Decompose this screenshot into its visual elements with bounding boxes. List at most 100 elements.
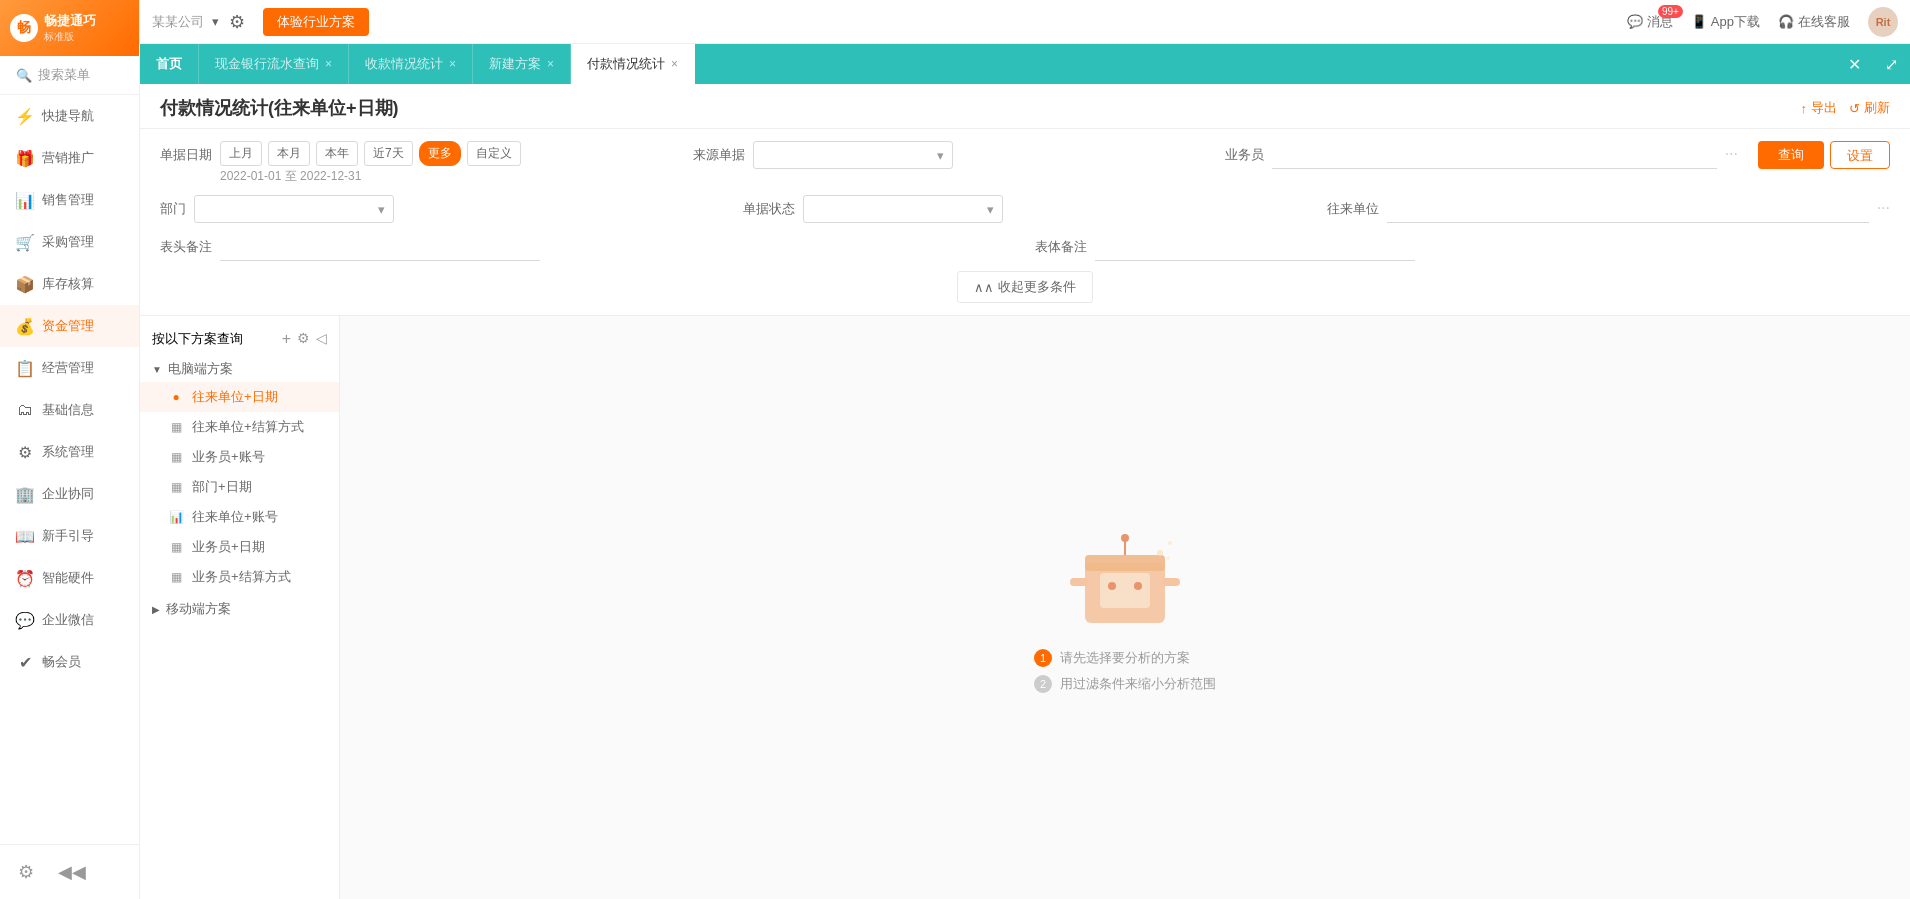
tab-receipts-close[interactable]: × (449, 57, 456, 71)
date-btn-more[interactable]: 更多 (419, 141, 461, 166)
scheme-collapse-icon[interactable]: ◁ (316, 330, 327, 348)
query-btn[interactable]: 查询 (1758, 141, 1824, 169)
page-title: 付款情况统计(往来单位+日期) (160, 96, 399, 120)
filter-counterparty-col: 往来单位 ··· (1327, 195, 1890, 223)
tip-num-2: 2 (1034, 675, 1052, 693)
filter-header-remark-col: 表头备注 (160, 233, 1015, 261)
sidebar-item-vip[interactable]: ✔ 畅会员 (0, 641, 139, 683)
scheme-item-label-staff-account: 业务员+账号 (192, 448, 265, 466)
sidebar-logo: 畅 (10, 14, 38, 42)
tab-close-btn[interactable]: ✕ (1836, 44, 1873, 84)
scheme-group-desktop: ▼ 电脑端方案 ● 往来单位+日期 ▦ 往来单位+结算方式 ▦ 业务员+账号 (140, 356, 339, 592)
source-label: 来源单据 (693, 141, 745, 169)
collapse-more-btn[interactable]: ∧∧ 收起更多条件 (957, 271, 1093, 303)
sidebar-collapse-btn[interactable]: ◀◀ (50, 855, 94, 889)
tab-bankflow-close[interactable]: × (325, 57, 332, 71)
topbar-avatar[interactable]: Rit (1868, 7, 1898, 37)
svg-point-9 (1157, 550, 1163, 556)
desktop-group-label: 电脑端方案 (168, 360, 233, 378)
tab-receipts[interactable]: 收款情况统计 × (349, 44, 473, 84)
tab-newplan-close[interactable]: × (547, 57, 554, 71)
sidebar-item-quicknav[interactable]: ⚡ 快捷导航 (0, 95, 139, 137)
filter-dept-col: 部门 ▾ (160, 195, 723, 223)
base-icon: 🗂 (16, 401, 34, 419)
tab-payments[interactable]: 付款情况统计 × (571, 44, 695, 84)
sidebar-item-base[interactable]: 🗂 基础信息 (0, 389, 139, 431)
sidebar-bottom: ⚙ ◀◀ (0, 844, 139, 899)
scheme-group-desktop-header[interactable]: ▼ 电脑端方案 (140, 356, 339, 382)
tip-text-1: 请先选择要分析的方案 (1060, 649, 1190, 667)
purchase-icon: 🛒 (16, 233, 34, 251)
tab-bankflow[interactable]: 现金银行流水查询 × (199, 44, 349, 84)
sidebar-item-weixin[interactable]: 💬 企业微信 (0, 599, 139, 641)
scheme-item-staff-date[interactable]: ▦ 业务员+日期 (140, 532, 339, 562)
scheme-item-counterparty-date[interactable]: ● 往来单位+日期 (140, 382, 339, 412)
service-label: 在线客服 (1798, 13, 1850, 31)
tab-payments-close[interactable]: × (671, 57, 678, 71)
date-btn-last-month[interactable]: 上月 (220, 141, 262, 166)
sidebar-item-finance[interactable]: 💰 资金管理 (0, 305, 139, 347)
sidebar: 畅 畅捷通巧 标准版 🔍 搜索菜单 ⚡ 快捷导航 🎁 营销推广 📊 销售管理 🛒… (0, 0, 140, 899)
date-btn-this-month[interactable]: 本月 (268, 141, 310, 166)
sidebar-settings-btn[interactable]: ⚙ (10, 855, 42, 889)
sidebar-item-sales[interactable]: 📊 销售管理 (0, 179, 139, 221)
tab-home[interactable]: 首页 (140, 44, 199, 84)
status-select[interactable]: ▾ (803, 195, 1003, 223)
scheme-item-counterparty-account[interactable]: 📊 往来单位+账号 (140, 502, 339, 532)
sidebar-item-label: 库存核算 (42, 275, 94, 293)
scheme-item-staff-settle[interactable]: ▦ 业务员+结算方式 (140, 562, 339, 592)
operation-icon: 📋 (16, 359, 34, 377)
export-icon: ↑ (1801, 101, 1808, 116)
scheme-group-mobile-header[interactable]: ▶ 移动端方案 (140, 596, 339, 622)
scheme-item-dept-date[interactable]: ▦ 部门+日期 (140, 472, 339, 502)
sidebar-item-label: 采购管理 (42, 233, 94, 251)
sidebar-item-marketing[interactable]: 🎁 营销推广 (0, 137, 139, 179)
status-chevron-icon: ▾ (987, 202, 994, 217)
topbar-messages[interactable]: 💬 消息 99+ (1627, 13, 1673, 31)
topbar-app-download[interactable]: 📱 App下载 (1691, 13, 1760, 31)
topbar-settings-icon[interactable]: ⚙ (229, 11, 245, 33)
scheme-add-icon[interactable]: + (282, 330, 291, 348)
sidebar-item-label: 资金管理 (42, 317, 94, 335)
topbar-dropdown[interactable]: ▾ (212, 14, 219, 29)
sidebar-version: 标准版 (44, 30, 96, 44)
sidebar-item-operation[interactable]: 📋 经营管理 (0, 347, 139, 389)
date-btn-7days[interactable]: 近7天 (364, 141, 413, 166)
tab-maximize-btn[interactable]: ⤢ (1873, 44, 1910, 84)
guide-icon: 📖 (16, 527, 34, 545)
scheme-item-label-counterparty-account: 往来单位+账号 (192, 508, 278, 526)
sidebar-brand: 畅捷通巧 标准版 (44, 12, 96, 44)
dept-chevron-icon: ▾ (378, 202, 385, 217)
sidebar-item-inventory[interactable]: 📦 库存核算 (0, 263, 139, 305)
scheme-item-icon-dept-date: ▦ (168, 479, 184, 495)
scheme-settings-icon[interactable]: ⚙ (297, 330, 310, 348)
sidebar-item-hardware[interactable]: ⏰ 智能硬件 (0, 557, 139, 599)
date-options: 上月 本月 本年 近7天 更多 自定义 2022-01-01 至 2022-12… (220, 141, 521, 185)
sidebar-item-purchase[interactable]: 🛒 采购管理 (0, 221, 139, 263)
refresh-btn[interactable]: ↺ 刷新 (1849, 99, 1890, 117)
refresh-label: 刷新 (1864, 99, 1890, 117)
scheme-item-staff-account[interactable]: ▦ 业务员+账号 (140, 442, 339, 472)
search-icon: 🔍 (16, 68, 32, 83)
sidebar-item-enterprise[interactable]: 🏢 企业协同 (0, 473, 139, 515)
inventory-icon: 📦 (16, 275, 34, 293)
sidebar-item-guide[interactable]: 📖 新手引导 (0, 515, 139, 557)
message-icon: 💬 (1627, 14, 1643, 29)
staff-more-icon[interactable]: ··· (1725, 141, 1738, 163)
date-btn-this-year[interactable]: 本年 (316, 141, 358, 166)
topbar-service[interactable]: 🎧 在线客服 (1778, 13, 1850, 31)
source-select[interactable]: ▾ (753, 141, 953, 169)
sidebar-search-area[interactable]: 🔍 搜索菜单 (0, 56, 139, 95)
counterparty-more-icon[interactable]: ··· (1877, 195, 1890, 217)
scheme-item-counterparty-settle[interactable]: ▦ 往来单位+结算方式 (140, 412, 339, 442)
counterparty-label: 往来单位 (1327, 195, 1379, 223)
settings-btn[interactable]: 设置 (1830, 141, 1890, 169)
sidebar-search-trigger[interactable]: 🔍 搜索菜单 (16, 66, 123, 84)
date-btn-custom[interactable]: 自定义 (467, 141, 521, 166)
marketing-icon: 🎁 (16, 149, 34, 167)
tab-newplan[interactable]: 新建方案 × (473, 44, 571, 84)
sidebar-item-system[interactable]: ⚙ 系统管理 (0, 431, 139, 473)
dept-select[interactable]: ▾ (194, 195, 394, 223)
trial-btn[interactable]: 体验行业方案 (263, 8, 369, 36)
export-btn[interactable]: ↑ 导出 (1801, 99, 1838, 117)
